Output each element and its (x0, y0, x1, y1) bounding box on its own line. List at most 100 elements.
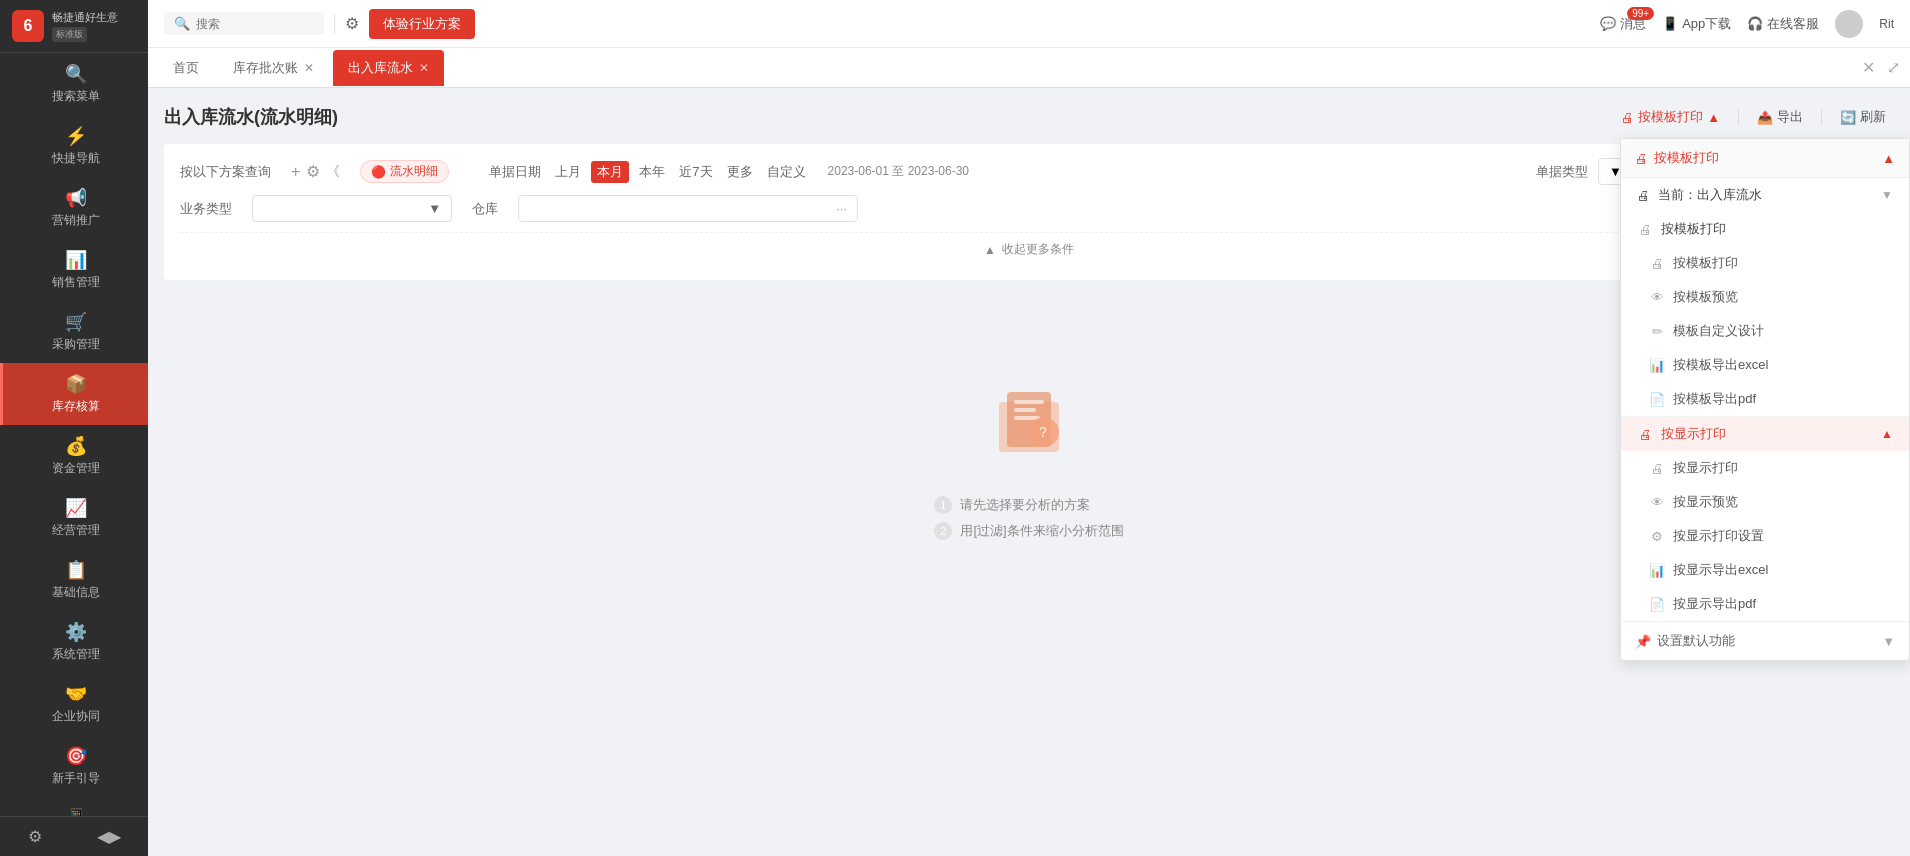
sidebar-label-system: 系统管理 (52, 646, 100, 663)
app-tag: 标准版 (52, 27, 87, 42)
sidebar-item-appstore[interactable]: 📱 应用中心 (0, 797, 148, 816)
dropdown-current-icon: 🖨 (1637, 188, 1650, 203)
search-box[interactable]: 🔍 (164, 12, 324, 35)
dropdown-display-pdf-item[interactable]: 📄 按显示导出pdf (1621, 587, 1909, 621)
dropdown-template-design-item[interactable]: ✏ 模板自定义设计 (1621, 314, 1909, 348)
dropdown-display-settings-item[interactable]: ⚙ 按显示打印设置 (1621, 519, 1909, 553)
sidebar-label-inventory: 库存核算 (52, 398, 100, 415)
dropdown-display-print-item[interactable]: 🖨 按显示打印 (1621, 451, 1909, 485)
sidebar-item-search[interactable]: 🔍 搜索菜单 (0, 53, 148, 115)
display-section-chevron[interactable]: ▲ (1881, 427, 1893, 441)
date-option-custom[interactable]: 自定义 (763, 161, 810, 183)
dropdown-template-pdf-item[interactable]: 📄 按模板导出pdf (1621, 382, 1909, 416)
sidebar-item-collab[interactable]: 🤝 企业协同 (0, 673, 148, 735)
settings-icon[interactable]: ⚙ (28, 827, 42, 846)
template-design-icon: ✏ (1649, 323, 1665, 339)
export-button[interactable]: 📤 导出 (1749, 104, 1811, 130)
date-option-last-month[interactable]: 上月 (551, 161, 585, 183)
sidebar-item-inventory[interactable]: 📦 库存核算 (0, 363, 148, 425)
filter-add-btn[interactable]: + (291, 163, 300, 181)
display-settings-label: 按显示打印设置 (1673, 527, 1764, 545)
dropdown-footer: 📌 设置默认功能 ▼ (1621, 622, 1909, 660)
date-option-7days[interactable]: 近7天 (675, 161, 716, 183)
dropdown-chevron-up[interactable]: ▲ (1882, 151, 1895, 166)
template-design-label: 模板自定义设计 (1673, 322, 1764, 340)
sidebar-item-sales[interactable]: 📊 销售管理 (0, 239, 148, 301)
filter-tag-icon: 🔴 (371, 165, 386, 179)
dropdown-display-excel-item[interactable]: 📊 按显示导出excel (1621, 553, 1909, 587)
sidebar-item-marketing-promo[interactable]: 📢 营销推广 (0, 177, 148, 239)
tab-flow[interactable]: 出入库流水 ✕ (333, 50, 444, 86)
tab-expand-icon[interactable]: ⤢ (1887, 58, 1900, 77)
tab-batch[interactable]: 库存批次账 ✕ (218, 50, 329, 86)
dropdown-display-preview-item[interactable]: 👁 按显示预览 (1621, 485, 1909, 519)
topbar-gear-icon[interactable]: ⚙ (345, 14, 359, 33)
search-input[interactable] (196, 17, 296, 31)
template-print-header-label: 按模板打印 (1661, 220, 1726, 238)
template-preview-label: 按模板预览 (1673, 288, 1738, 306)
default-icon: 📌 (1635, 634, 1651, 649)
filter-tag-0[interactable]: 🔴 流水明细 (360, 160, 449, 183)
dropdown-current-chevron[interactable]: ▼ (1881, 188, 1893, 202)
sidebar-bottom: ⚙ ◀▶ (0, 816, 148, 856)
step-1-text: 请先选择要分析的方案 (960, 492, 1090, 518)
display-settings-icon: ⚙ (1649, 528, 1665, 544)
sidebar-item-system[interactable]: ⚙️ 系统管理 (0, 611, 148, 673)
warehouse-select[interactable]: ··· (518, 195, 858, 222)
template-pdf-icon: 📄 (1649, 391, 1665, 407)
sidebar-item-purchase[interactable]: 🛒 采购管理 (0, 301, 148, 363)
trial-button[interactable]: 体验行业方案 (369, 9, 475, 39)
tab-batch-label: 库存批次账 (233, 59, 298, 77)
print-button[interactable]: 🖨 按模板打印 ▲ (1613, 104, 1728, 130)
footer-chevron[interactable]: ▼ (1882, 634, 1895, 649)
phone-icon: 📱 (1662, 16, 1678, 31)
tab-home[interactable]: 首页 (158, 50, 214, 86)
dropdown-footer-default[interactable]: 📌 设置默认功能 (1635, 632, 1735, 650)
sidebar-item-guide[interactable]: 🎯 新手引导 (0, 735, 148, 797)
date-option-this-month[interactable]: 本月 (591, 161, 629, 183)
export-icon: 📤 (1757, 110, 1773, 125)
template-print-label: 按模板打印 (1673, 254, 1738, 272)
collapse-icon[interactable]: ◀▶ (97, 827, 121, 846)
page-content: 出入库流水(流水明细) 🖨 按模板打印 ▲ 📤 导出 🔄 刷新 (148, 88, 1910, 856)
sidebar-item-operations[interactable]: 📈 经营管理 (0, 487, 148, 549)
warehouse-more[interactable]: ··· (836, 201, 847, 216)
filter-setting-icon[interactable]: ⚙ (306, 162, 320, 181)
sidebar-icon-sales: 📊 (65, 249, 87, 271)
date-option-more[interactable]: 更多 (723, 161, 757, 183)
template-print-icon: 🖨 (1637, 221, 1653, 237)
sidebar-icon-inventory: 📦 (65, 373, 87, 395)
dropdown-template-excel-item[interactable]: 📊 按模板导出excel (1621, 348, 1909, 382)
refresh-icon: 🔄 (1840, 110, 1856, 125)
tab-flow-close[interactable]: ✕ (419, 61, 429, 75)
dropdown-current: 🖨 当前：出入库流水 ▼ (1621, 178, 1909, 212)
business-type-chevron: ▼ (428, 201, 441, 216)
filter-collapse-icon[interactable]: 《 (326, 163, 340, 181)
user-avatar[interactable] (1835, 10, 1863, 38)
sidebar-item-finance[interactable]: 💰 资金管理 (0, 425, 148, 487)
refresh-button[interactable]: 🔄 刷新 (1832, 104, 1894, 130)
dropdown-template-print-item[interactable]: 🖨 按模板打印 (1621, 246, 1909, 280)
filter-tag-label: 流水明细 (390, 163, 438, 180)
online-service-btn[interactable]: 🎧 在线客服 (1747, 15, 1819, 33)
date-filter: 上月 本月 本年 近7天 更多 自定义 (551, 161, 809, 183)
date-option-this-year[interactable]: 本年 (635, 161, 669, 183)
tab-batch-close[interactable]: ✕ (304, 61, 314, 75)
app-download-btn[interactable]: 📱 App下载 (1662, 15, 1731, 33)
sidebar-item-basic[interactable]: 📋 基础信息 (0, 549, 148, 611)
default-label: 设置默认功能 (1657, 632, 1735, 650)
dropdown-template-print-header[interactable]: 🖨 按模板打印 (1621, 212, 1909, 246)
display-print-icon: 🖨 (1637, 426, 1653, 442)
sidebar-label-basic: 基础信息 (52, 584, 100, 601)
page-title: 出入库流水(流水明细) (164, 105, 338, 129)
tabs-bar: 首页 库存批次账 ✕ 出入库流水 ✕ ✕ ⤢ (148, 48, 1910, 88)
sidebar-item-quick[interactable]: ⚡ 快捷导航 (0, 115, 148, 177)
dropdown-template-preview-item[interactable]: 👁 按模板预览 (1621, 280, 1909, 314)
message-badge[interactable]: 💬 消息 99+ (1600, 15, 1646, 33)
dropdown-display-print-header[interactable]: 🖨 按显示打印 ▲ (1621, 417, 1909, 451)
business-type-select[interactable]: ▼ (252, 195, 452, 222)
action-divider-1 (1738, 109, 1739, 125)
display-pdf-label: 按显示导出pdf (1673, 595, 1756, 613)
tab-close-all-icon[interactable]: ✕ (1854, 58, 1883, 77)
template-preview-icon: 👁 (1649, 289, 1665, 305)
